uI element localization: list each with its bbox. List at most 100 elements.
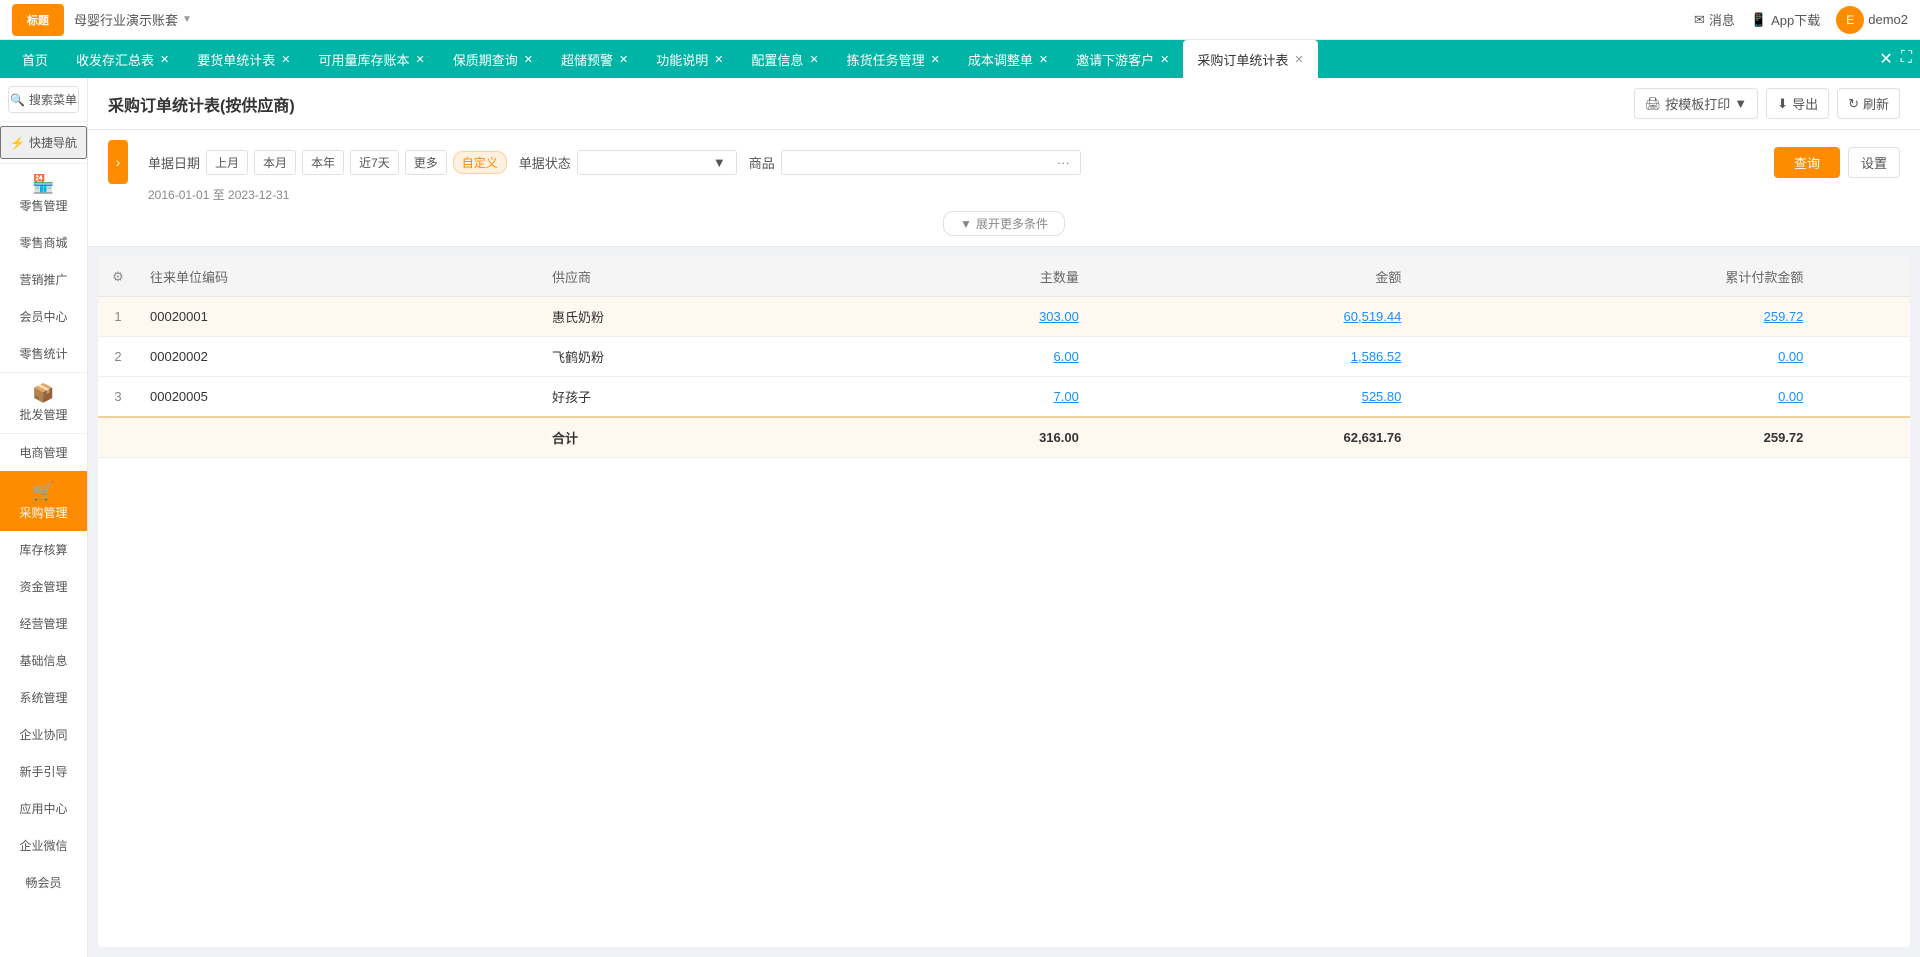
date-custom-tag: 自定义 [453,151,507,174]
message-icon: ✉ [1694,12,1705,28]
date-this-year[interactable]: 本年 [302,150,344,175]
sidebar-item-inventory[interactable]: 库存核算 [0,531,87,568]
tab-gongneng[interactable]: 功能说明 ✕ [642,40,737,78]
search-menu-button[interactable]: 🔍 搜索菜单 [8,86,79,113]
table-row: 2 00020002 飞鹤奶粉 6.00 1,586.52 0.00 [98,337,1910,377]
tab-close-icon[interactable]: ✕ [1294,53,1303,66]
goods-more-icon[interactable]: ··· [1057,155,1070,170]
date-this-month[interactable]: 本月 [254,150,296,175]
row-amount: 60,519.44 [1091,297,1414,337]
tab-close-icon[interactable]: ✕ [1160,53,1169,66]
print-button[interactable]: 🖨 按模板打印 ▼ [1634,88,1758,119]
refresh-button[interactable]: ↻ 刷新 [1837,88,1900,119]
quick-nav-button[interactable]: ⚡ 快捷导航 [0,126,87,159]
sidebar-item-finance[interactable]: 资金管理 [0,568,87,605]
avatar: E [1836,6,1864,34]
sidebar-item-member[interactable]: 会员中心 [0,298,87,335]
row-code: 00020002 [138,337,540,377]
content-area: 采购订单统计表(按供应商) 🖨 按模板打印 ▼ ⬇ 导出 ↻ 刷新 [88,78,1920,957]
status-select[interactable]: ▼ [577,150,737,175]
row-paid: 259.72 [1413,297,1815,337]
tab-keyongliang[interactable]: 可用量库存账本 ✕ [304,40,438,78]
data-table: ⚙ 往来单位编码 供应商 主数量 金额 累计付款金额 1 00020001 [98,257,1910,458]
goods-filter-group: 商品 ··· [749,150,1081,175]
tab-yaoqing[interactable]: 邀请下游客户 ✕ [1062,40,1183,78]
sidebar-item-basic-info[interactable]: 基础信息 [0,642,87,679]
expand-more-button[interactable]: ▼ 展开更多条件 [943,211,1065,236]
tab-close-icon[interactable]: ✕ [524,53,533,66]
refresh-icon: ↻ [1848,96,1859,112]
top-bar-right: ✉ 消息 📱 App下载 E demo2 [1694,6,1908,34]
message-button[interactable]: ✉ 消息 [1694,10,1735,29]
col-header-code: 往来单位编码 [138,257,540,297]
tab-yaohuo[interactable]: 要货单统计表 ✕ [183,40,304,78]
nav-maximize-button[interactable]: ⛶ [1901,49,1912,69]
tab-close-icon[interactable]: ✕ [416,53,425,66]
status-filter-group: 单据状态 ▼ [519,150,737,175]
main-layout: 🔍 搜索菜单 ⚡ 快捷导航 🏪 零售管理 零售商城 营销推广 会员中心 [0,78,1920,957]
sidebar-item-purchase[interactable]: 🛒 采购管理 [0,471,87,531]
tab-close-icon[interactable]: ✕ [281,53,290,66]
sidebar-item-retail-management[interactable]: 🏪 零售管理 [0,164,87,224]
tab-caigou[interactable]: 采购订单统计表 ✕ [1183,40,1317,78]
sidebar-item-membership[interactable]: 畅会员 [0,864,87,901]
date-7days[interactable]: 近7天 [350,150,399,175]
tab-shoufacun[interactable]: 收发存汇总表 ✕ [62,40,183,78]
date-filter-group: 单据日期 上月 本月 本年 近7天 更多 自定义 [148,150,507,175]
app-icon: 📱 [1751,12,1767,28]
nav-close-button[interactable]: ✕ [1879,49,1892,69]
sidebar-item-enterprise[interactable]: 企业协同 [0,716,87,753]
tab-peizhi[interactable]: 配置信息 ✕ [737,40,832,78]
sidebar-item-retail-shop[interactable]: 零售商城 [0,224,87,261]
nav-end-buttons: ✕ ⛶ [1879,49,1912,69]
row-num: 3 [98,377,138,418]
row-supplier: 飞鹤奶粉 [540,337,840,377]
page-title: 采购订单统计表(按供应商) [108,92,295,116]
tab-chengben[interactable]: 成本调整单 ✕ [954,40,1062,78]
goods-input[interactable]: ··· [781,150,1081,175]
expand-more-area: ▼ 展开更多条件 [108,211,1900,236]
tab-close-icon[interactable]: ✕ [1039,53,1048,66]
tab-close-icon[interactable]: ✕ [809,53,818,66]
query-button[interactable]: 查询 [1774,147,1840,178]
table-footer: 合计 316.00 62,631.76 259.72 [98,417,1910,458]
tab-chaochu[interactable]: 超储预警 ✕ [547,40,642,78]
app-download-button[interactable]: 📱 App下载 [1751,10,1820,29]
tab-close-icon[interactable]: ✕ [931,53,940,66]
filter-actions: 查询 设置 [1774,147,1900,178]
sidebar-item-retail-stats[interactable]: 零售统计 [0,335,87,372]
setting-button[interactable]: 设置 [1848,147,1900,178]
export-button[interactable]: ⬇ 导出 [1766,88,1829,119]
collapse-button[interactable]: › [108,140,128,184]
workspace-selector[interactable]: 母婴行业演示账套 ▼ [74,10,192,29]
sidebar-item-system[interactable]: 系统管理 [0,679,87,716]
user-avatar[interactable]: E demo2 [1836,6,1908,34]
top-bar: 标题 母婴行业演示账套 ▼ ✉ 消息 📱 App下载 E demo2 [0,0,1920,40]
row-quantity: 303.00 [840,297,1091,337]
tab-close-icon[interactable]: ✕ [714,53,723,66]
sidebar-item-marketing[interactable]: 营销推广 [0,261,87,298]
filter-area: › 单据日期 上月 本月 本年 近7天 更多 自定义 单据状态 ▼ [88,130,1920,247]
sidebar-item-app-center[interactable]: 应用中心 [0,790,87,827]
tab-close-icon[interactable]: ✕ [619,53,628,66]
tab-close-icon[interactable]: ✕ [160,53,169,66]
tab-baozhi[interactable]: 保质期查询 ✕ [439,40,547,78]
print-icon: 🖨 [1645,96,1662,112]
date-more[interactable]: 更多 [405,150,447,175]
sidebar-item-operations[interactable]: 经营管理 [0,605,87,642]
sidebar-item-wholesale[interactable]: 📦 批发管理 [0,373,87,433]
date-last-month[interactable]: 上月 [206,150,248,175]
sidebar-item-newbie[interactable]: 新手引导 [0,753,87,790]
workspace-arrow-icon: ▼ [182,14,192,25]
row-quantity: 6.00 [840,337,1091,377]
col-header-supplier: 供应商 [540,257,840,297]
table-row: 3 00020005 好孩子 7.00 525.80 0.00 [98,377,1910,418]
status-label: 单据状态 [519,153,571,172]
tab-home[interactable]: 首页 [8,50,62,69]
sidebar-item-wechat[interactable]: 企业微信 [0,827,87,864]
tab-jianhuo[interactable]: 拣货任务管理 ✕ [833,40,954,78]
table-settings-icon[interactable]: ⚙ [112,269,124,284]
row-amount: 525.80 [1091,377,1414,418]
sidebar-group-wholesale: 📦 批发管理 [0,373,87,434]
sidebar-item-ecommerce[interactable]: 电商管理 [0,434,87,471]
